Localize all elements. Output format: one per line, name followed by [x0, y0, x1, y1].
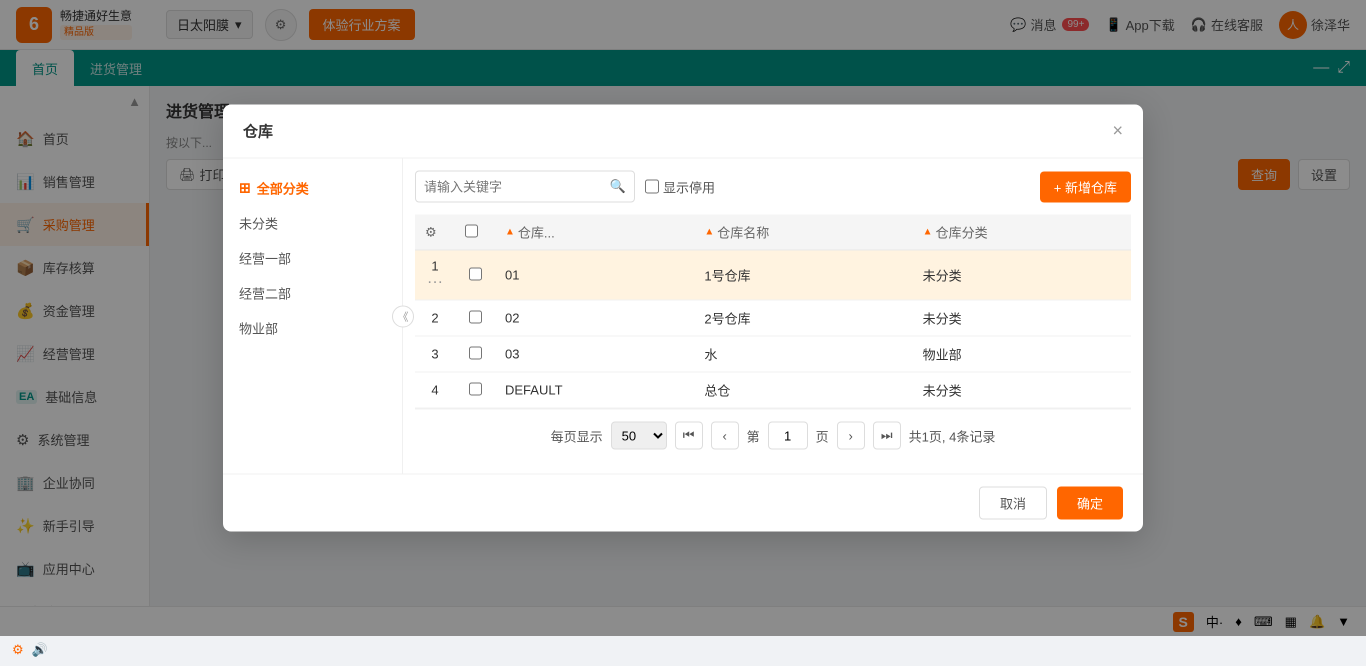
category-item-ops2[interactable]: 经营二部 [223, 276, 402, 311]
row-name: 总仓 [694, 372, 912, 408]
row-num: 2 [415, 300, 455, 336]
modal-close-button[interactable]: × [1112, 121, 1123, 142]
row-name: 水 [694, 336, 912, 372]
row-category: 未分类 [913, 372, 1131, 408]
table-row: 3 03 水 物业部 [415, 336, 1131, 372]
warehouse-modal: 仓库 × ⊞ 全部分类 未分类 经营一部 经营二部 物业部 《 🔍 [223, 105, 1143, 532]
per-page-label: 每页显示 [551, 426, 603, 445]
row-action-btn[interactable]: ··· [427, 274, 443, 291]
row-code: 03 [495, 336, 694, 372]
sort-icon-cat: ▲ [923, 227, 933, 238]
table-row: 2 02 2号仓库 未分类 [415, 300, 1131, 336]
next-page-btn[interactable]: › [837, 422, 865, 450]
modal-footer: 取消 确定 [223, 474, 1143, 532]
search-icon[interactable]: 🔍 [610, 179, 626, 195]
table-toolbar: 🔍 显示停用 + 新增仓库 [415, 171, 1131, 203]
panel-collapse-button[interactable]: 《 [392, 305, 414, 327]
row-num: 1 ··· [415, 250, 455, 300]
th-settings: ⚙ [415, 215, 455, 251]
row-code: DEFAULT [495, 372, 694, 408]
row-category: 未分类 [913, 250, 1131, 300]
prev-page-btn[interactable]: ‹ [711, 422, 739, 450]
all-categories-btn[interactable]: ⊞ 全部分类 [223, 171, 402, 206]
confirm-button[interactable]: 确定 [1057, 487, 1123, 520]
cancel-button[interactable]: 取消 [979, 487, 1047, 520]
sidebar-bottom-icon[interactable]: ⚙ [12, 642, 24, 658]
modal-body: ⊞ 全部分类 未分类 经营一部 经营二部 物业部 《 🔍 显示停用 + 新增 [223, 159, 1143, 474]
modal-title: 仓库 [243, 121, 273, 142]
row-code: 01 [495, 250, 694, 300]
page-number-input[interactable] [768, 422, 808, 450]
row-name: 2号仓库 [694, 300, 912, 336]
settings-col-icon: ⚙ [425, 224, 437, 239]
search-input-wrapper: 🔍 [415, 171, 635, 203]
row-checkbox-cell [455, 250, 495, 300]
modal-header: 仓库 × [223, 105, 1143, 159]
pagination: 每页显示 50 10 20 100 ⏮ ‹ 第 页 › ⏭ 共1页, 4条记录 [415, 409, 1131, 462]
row-category: 未分类 [913, 300, 1131, 336]
first-page-btn[interactable]: ⏮ [675, 422, 703, 450]
sidebar-sound-icon[interactable]: 🔊 [32, 642, 48, 658]
row-category: 物业部 [913, 336, 1131, 372]
total-info: 共1页, 4条记录 [909, 426, 996, 445]
add-warehouse-button[interactable]: + 新增仓库 [1040, 171, 1131, 202]
row-checkbox[interactable] [469, 310, 482, 323]
table-row: 1 ··· 01 1号仓库 未分类 [415, 250, 1131, 300]
category-item-property[interactable]: 物业部 [223, 311, 402, 346]
row-checkbox[interactable] [469, 382, 482, 395]
last-page-btn[interactable]: ⏭ [873, 422, 901, 450]
page-unit: 页 [816, 426, 829, 445]
all-categories-label: 全部分类 [257, 179, 309, 198]
category-item-ops1[interactable]: 经营一部 [223, 241, 402, 276]
row-checkbox[interactable] [469, 346, 482, 359]
category-item-unclassified[interactable]: 未分类 [223, 206, 402, 241]
grid-icon: ⊞ [239, 180, 251, 197]
row-num: 4 [415, 372, 455, 408]
row-checkbox[interactable] [469, 267, 482, 280]
row-name: 1号仓库 [694, 250, 912, 300]
show-disabled-label[interactable]: 显示停用 [645, 177, 715, 196]
row-checkbox-cell [455, 336, 495, 372]
table-header-row: ⚙ ▲ 仓库... ▲ [415, 215, 1131, 251]
category-panel: ⊞ 全部分类 未分类 经营一部 经营二部 物业部 《 [223, 159, 403, 474]
page-label: 第 [747, 426, 760, 445]
show-disabled-checkbox[interactable] [645, 180, 659, 194]
th-category: ▲ 仓库分类 [913, 215, 1131, 251]
table-row: 4 DEFAULT 总仓 未分类 [415, 372, 1131, 408]
th-name: ▲ 仓库名称 [694, 215, 912, 251]
warehouse-table: ⚙ ▲ 仓库... ▲ [415, 215, 1131, 409]
row-code: 02 [495, 300, 694, 336]
per-page-select[interactable]: 50 10 20 100 [611, 422, 667, 450]
th-code: ▲ 仓库... [495, 215, 694, 251]
table-panel: 🔍 显示停用 + 新增仓库 ⚙ [403, 159, 1143, 474]
row-checkbox-cell [455, 372, 495, 408]
row-num: 3 [415, 336, 455, 372]
th-checkbox [455, 215, 495, 251]
select-all-checkbox[interactable] [465, 224, 478, 237]
sort-icon-name: ▲ [704, 227, 714, 238]
row-checkbox-cell [455, 300, 495, 336]
search-input[interactable] [424, 179, 610, 194]
sort-icon: ▲ [505, 227, 515, 238]
